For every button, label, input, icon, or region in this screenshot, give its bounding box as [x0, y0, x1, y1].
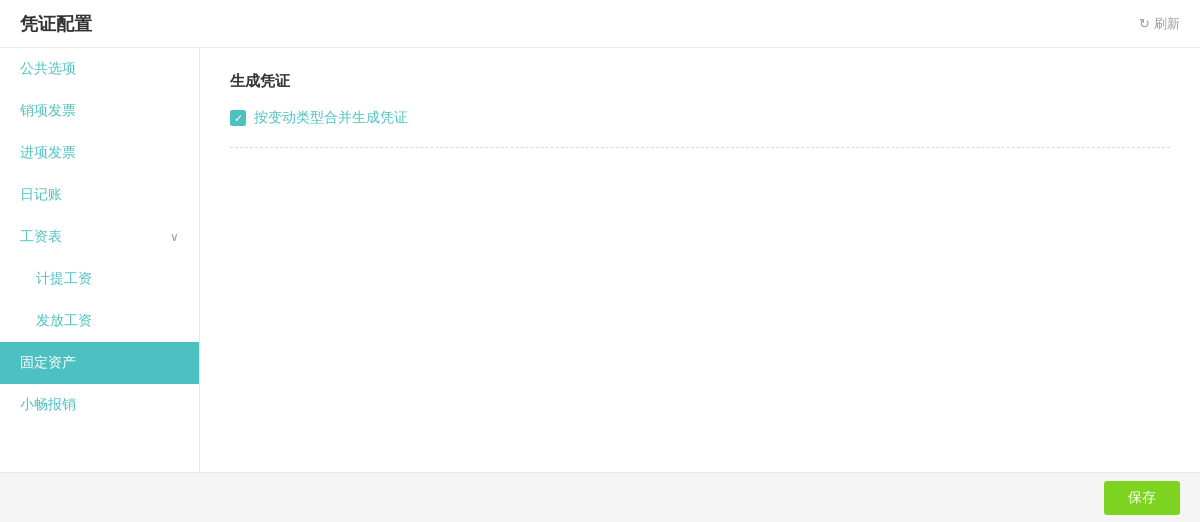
page-wrapper: 凭证配置 ↻ 刷新 公共选项 销项发票 进项发票 日记账 工资表 ∨ — [0, 0, 1200, 522]
sidebar-item-label: 计提工资 — [36, 270, 92, 288]
refresh-icon: ↻ — [1139, 16, 1150, 31]
sidebar-item-label: 工资表 — [20, 228, 62, 246]
checkbox-row: ✓ 按变动类型合并生成凭证 — [230, 109, 1170, 127]
sidebar-item-label: 公共选项 — [20, 60, 76, 78]
header: 凭证配置 ↻ 刷新 — [0, 0, 1200, 48]
footer: 保存 — [0, 472, 1200, 522]
sidebar-item-label: 发放工资 — [36, 312, 92, 330]
sidebar: 公共选项 销项发票 进项发票 日记账 工资表 ∨ 计提工资 发放工资 固定资 — [0, 48, 200, 472]
sidebar-item-public-options[interactable]: 公共选项 — [0, 48, 199, 90]
checkmark-icon: ✓ — [234, 113, 243, 124]
merge-checkbox[interactable]: ✓ — [230, 110, 246, 126]
save-button[interactable]: 保存 — [1104, 481, 1180, 515]
sidebar-item-label: 销项发票 — [20, 102, 76, 120]
chevron-down-icon: ∨ — [170, 230, 179, 244]
section-divider — [230, 147, 1170, 148]
sidebar-item-label: 固定资产 — [20, 354, 76, 372]
sidebar-item-payroll-release[interactable]: 发放工资 — [0, 300, 199, 342]
sidebar-item-expense-claim[interactable]: 小畅报销 — [0, 384, 199, 426]
sidebar-item-journal[interactable]: 日记账 — [0, 174, 199, 216]
sidebar-item-label: 进项发票 — [20, 144, 76, 162]
refresh-button[interactable]: ↻ 刷新 — [1139, 15, 1180, 33]
content-area: 生成凭证 ✓ 按变动类型合并生成凭证 — [200, 48, 1200, 472]
section-title: 生成凭证 — [230, 72, 1170, 91]
sidebar-item-label: 日记账 — [20, 186, 62, 204]
sidebar-item-label: 小畅报销 — [20, 396, 76, 414]
refresh-label: 刷新 — [1154, 15, 1180, 33]
sidebar-item-payroll-commission[interactable]: 计提工资 — [0, 258, 199, 300]
sidebar-item-purchase-invoice[interactable]: 进项发票 — [0, 132, 199, 174]
sidebar-item-fixed-assets[interactable]: 固定资产 — [0, 342, 199, 384]
page-title: 凭证配置 — [20, 12, 92, 36]
checkbox-label[interactable]: 按变动类型合并生成凭证 — [254, 109, 408, 127]
main-area: 公共选项 销项发票 进项发票 日记账 工资表 ∨ 计提工资 发放工资 固定资 — [0, 48, 1200, 472]
sidebar-item-sales-invoice[interactable]: 销项发票 — [0, 90, 199, 132]
sidebar-item-payroll[interactable]: 工资表 ∨ — [0, 216, 199, 258]
